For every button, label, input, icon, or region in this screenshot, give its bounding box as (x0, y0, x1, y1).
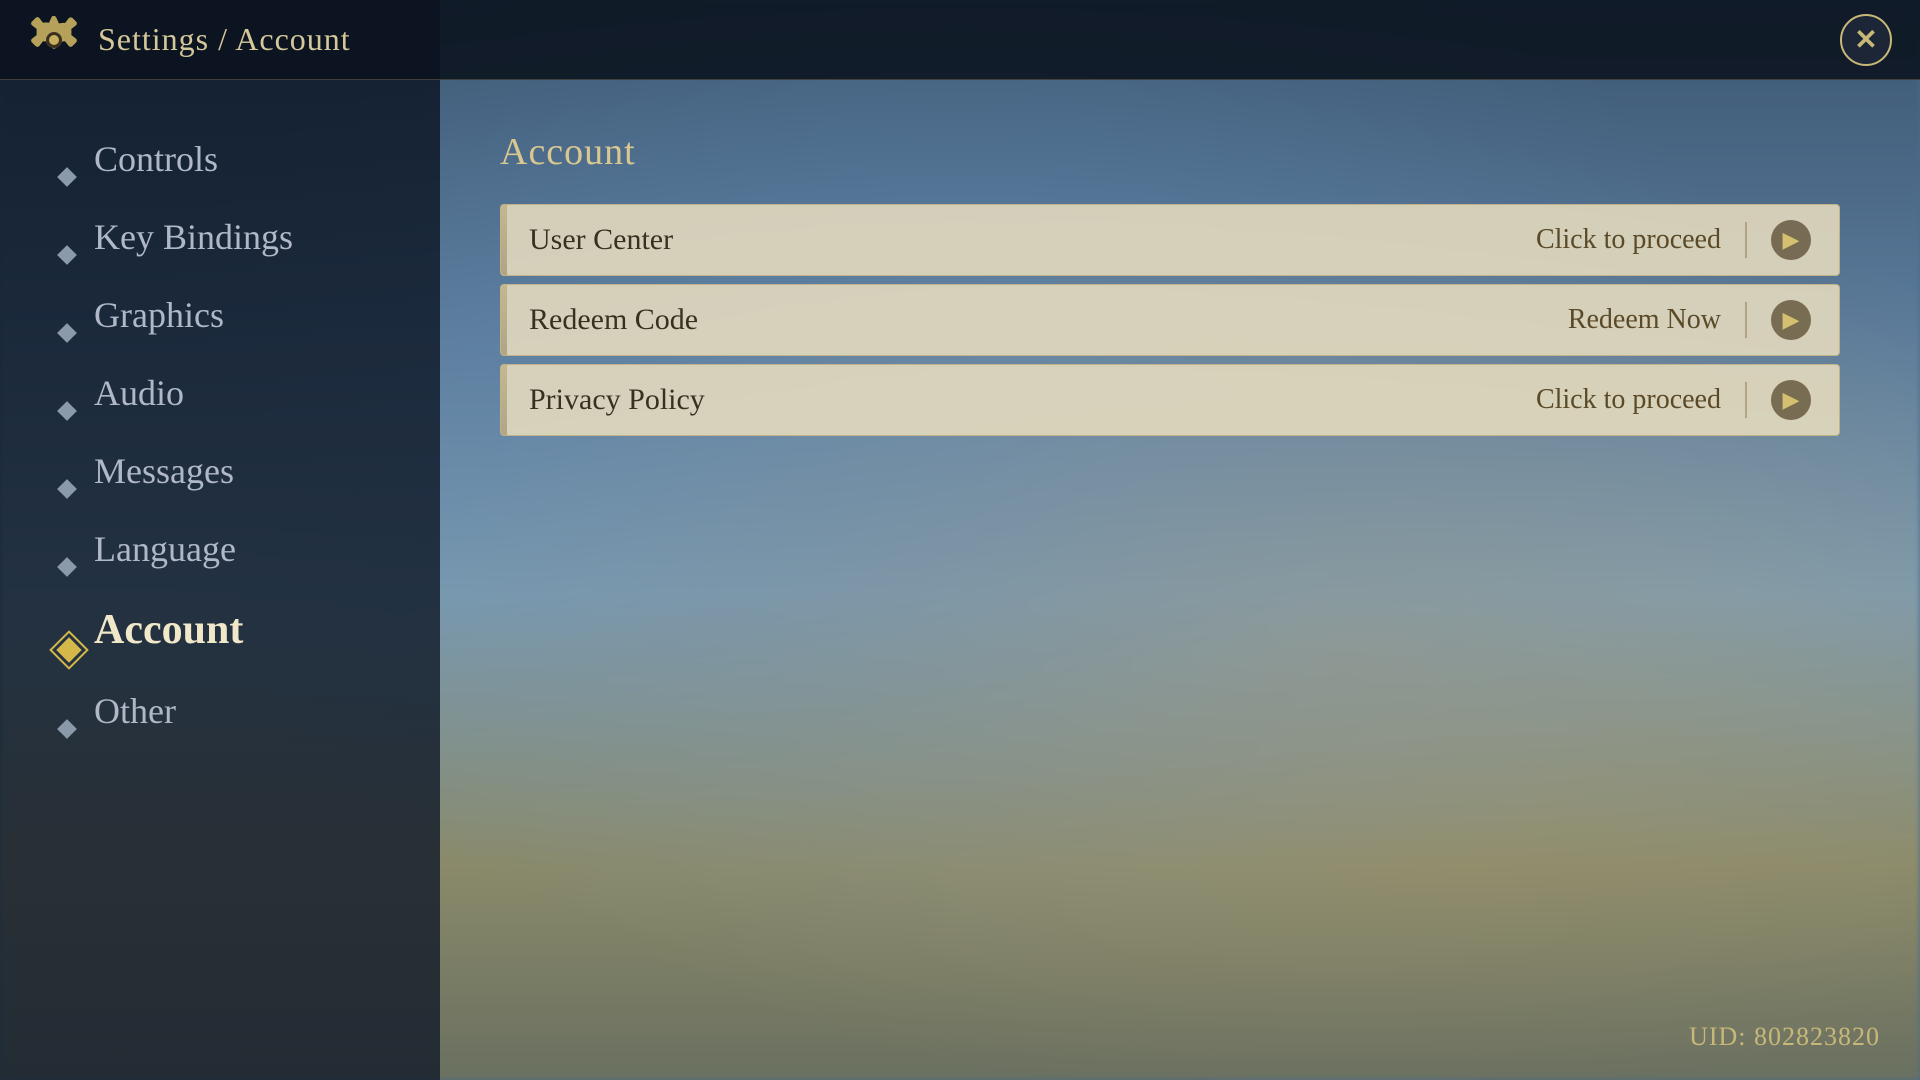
bullet-icon (60, 541, 76, 557)
user-center-action: Click to proceed ▶ (1536, 220, 1811, 260)
privacy-policy-row[interactable]: Privacy Policy Click to proceed ▶ (500, 364, 1840, 436)
redeem-code-action: Redeem Now ▶ (1568, 300, 1811, 340)
sidebar-item-key-bindings[interactable]: Key Bindings (60, 198, 440, 276)
privacy-policy-arrow[interactable]: ▶ (1771, 380, 1811, 420)
redeem-code-arrow[interactable]: ▶ (1771, 300, 1811, 340)
sidebar-item-label: Graphics (94, 294, 224, 336)
sidebar-item-controls[interactable]: Controls (60, 120, 440, 198)
divider (1745, 302, 1747, 338)
sidebar-item-graphics[interactable]: Graphics (60, 276, 440, 354)
bullet-icon (60, 622, 76, 638)
arrow-right-icon: ▶ (1783, 227, 1800, 253)
arrow-right-icon: ▶ (1783, 387, 1800, 413)
settings-gear-icon (28, 14, 80, 66)
privacy-policy-action: Click to proceed ▶ (1536, 380, 1811, 420)
bullet-icon (60, 229, 76, 245)
close-button[interactable]: ✕ (1840, 14, 1892, 66)
divider (1745, 222, 1747, 258)
privacy-policy-action-text: Click to proceed (1536, 384, 1721, 416)
bullet-icon (60, 307, 76, 323)
header-bar: Settings / Account ✕ (0, 0, 1920, 80)
section-title: Account (500, 130, 1840, 174)
bullet-icon (60, 703, 76, 719)
user-center-action-text: Click to proceed (1536, 224, 1721, 256)
main-content: Account User Center Click to proceed ▶ R… (460, 80, 1880, 484)
bullet-icon (60, 151, 76, 167)
close-icon: ✕ (1854, 23, 1877, 57)
sidebar-item-account[interactable]: Account (60, 588, 440, 672)
user-center-row[interactable]: User Center Click to proceed ▶ (500, 204, 1840, 276)
sidebar-item-messages[interactable]: Messages (60, 432, 440, 510)
header-title: Settings / Account (98, 21, 351, 58)
redeem-code-label: Redeem Code (529, 303, 698, 337)
sidebar-item-label: Messages (94, 450, 234, 492)
sidebar-item-label: Other (94, 690, 176, 732)
divider (1745, 382, 1747, 418)
sidebar-item-label: Controls (94, 138, 218, 180)
user-center-label: User Center (529, 223, 673, 257)
sidebar-item-language[interactable]: Language (60, 510, 440, 588)
sidebar-item-label: Audio (94, 372, 184, 414)
sidebar-item-label: Key Bindings (94, 216, 293, 258)
bullet-icon (60, 385, 76, 401)
arrow-right-icon: ▶ (1783, 307, 1800, 333)
bullet-icon (60, 463, 76, 479)
user-center-arrow[interactable]: ▶ (1771, 220, 1811, 260)
redeem-code-row[interactable]: Redeem Code Redeem Now ▶ (500, 284, 1840, 356)
sidebar-item-label: Language (94, 528, 236, 570)
sidebar-item-audio[interactable]: Audio (60, 354, 440, 432)
redeem-code-action-text: Redeem Now (1568, 304, 1721, 336)
uid-display: UID: 802823820 (1689, 1022, 1880, 1052)
sidebar-item-other[interactable]: Other (60, 672, 440, 750)
privacy-policy-label: Privacy Policy (529, 383, 705, 417)
sidebar-item-label: Account (94, 606, 243, 654)
sidebar-nav: Controls Key Bindings Graphics Audio Mes… (0, 80, 440, 790)
